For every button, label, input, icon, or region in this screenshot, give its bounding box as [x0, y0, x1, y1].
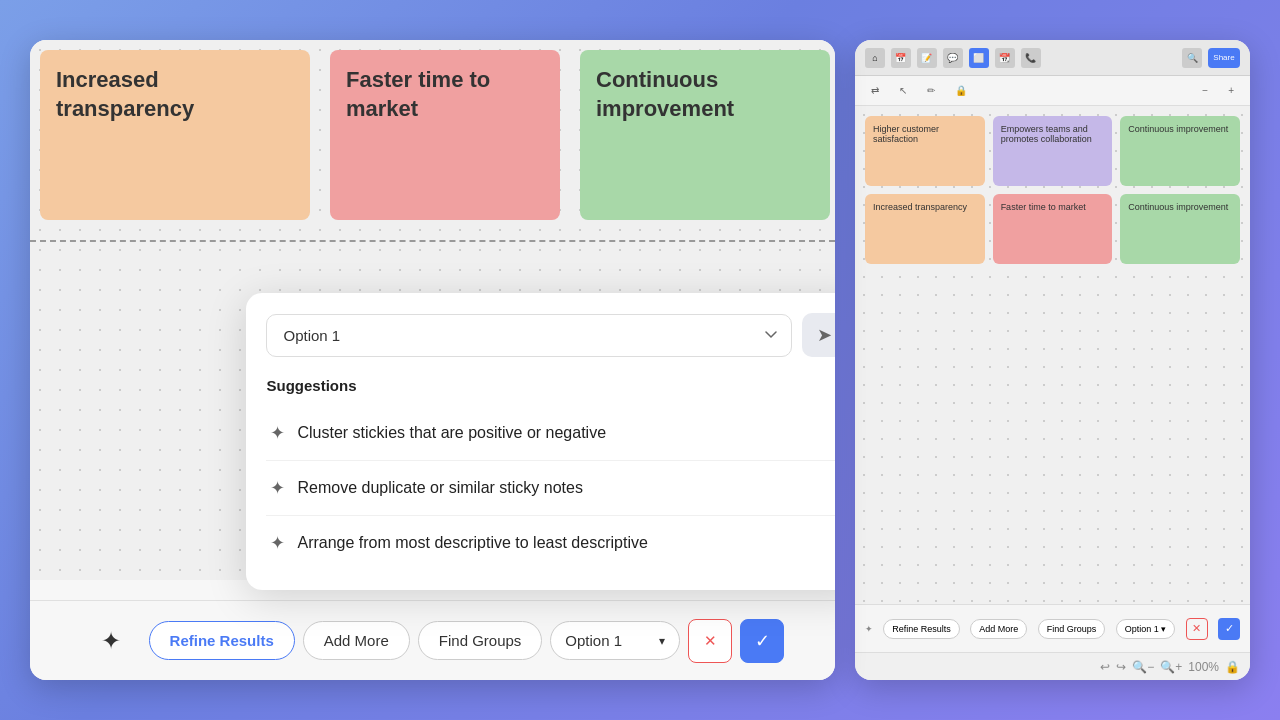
mini-toolbar-lock[interactable]: 🔒: [949, 83, 973, 98]
suggestion-text-cluster: Cluster stickies that are positive or ne…: [297, 424, 606, 442]
mini-toolbar-zoom-out[interactable]: −: [1196, 83, 1214, 98]
find-groups-button[interactable]: Find Groups: [418, 621, 543, 660]
share-button[interactable]: Share: [1208, 48, 1240, 68]
suggestion-left-arrange: ✦ Arrange from most descriptive to least…: [270, 532, 647, 554]
mini-sticky-4: Increased transparency: [865, 194, 985, 264]
suggestion-text-duplicate: Remove duplicate or similar sticky notes: [297, 479, 582, 497]
topbar-icon-phone[interactable]: 📞: [1021, 48, 1041, 68]
confirm-button[interactable]: ✓: [740, 619, 784, 663]
toolbar: ✦ Refine Results Add More Find Groups Op…: [30, 600, 835, 680]
refine-results-button[interactable]: Refine Results: [149, 621, 295, 660]
topbar-icon-note[interactable]: 📝: [917, 48, 937, 68]
mini-sticky-1: Higher customer satisfaction: [865, 116, 985, 186]
mini-sticky-3: Continuous improvement: [1120, 116, 1240, 186]
suggestion-item-cluster[interactable]: ✦ Cluster stickies that are positive or …: [266, 406, 834, 461]
mini-confirm-button[interactable]: ✓: [1218, 618, 1240, 640]
option-dropdown-btn[interactable]: Option 1 ▾: [550, 621, 680, 660]
mini-toolbar-pen[interactable]: ✏: [921, 83, 941, 98]
mini-sticky-5: Faster time to market: [993, 194, 1113, 264]
mini-refine-button[interactable]: Refine Results: [883, 619, 960, 639]
mini-sticky-text-4: Increased transparency: [873, 202, 967, 212]
cancel-button[interactable]: ✕: [688, 619, 732, 663]
right-mini-toolbar: ⇄ ↖ ✏ 🔒 − +: [855, 76, 1250, 106]
redo-icon[interactable]: ↪: [1116, 660, 1126, 674]
sticky-note-transparency: Increased transparency: [40, 50, 310, 220]
right-topbar: ⌂ 📅 📝 💬 ⬜ 📆 📞 🔍 Share: [855, 40, 1250, 76]
refine-results-label: Refine Results: [170, 632, 274, 649]
mini-toolbar-arrows[interactable]: ⇄: [865, 83, 885, 98]
right-sticky-grid: Higher customer satisfaction Empowers te…: [855, 106, 1250, 604]
mini-sticky-text-5: Faster time to market: [1001, 202, 1086, 212]
mini-cancel-button[interactable]: ✕: [1186, 618, 1208, 640]
right-bottom-bar: ✦ Refine Results Add More Find Groups Op…: [855, 604, 1250, 652]
add-more-button[interactable]: Add More: [303, 621, 410, 660]
sparkle-icon-duplicate: ✦: [270, 477, 285, 499]
suggestion-left-cluster: ✦ Cluster stickies that are positive or …: [270, 422, 606, 444]
mini-option-button[interactable]: Option 1 ▾: [1116, 619, 1176, 639]
right-zoom-bar: ↩ ↪ 🔍− 🔍+ 100% 🔒: [855, 652, 1250, 680]
zoom-out-icon[interactable]: 🔍−: [1132, 660, 1154, 674]
undo-icon[interactable]: ↩: [1100, 660, 1110, 674]
option-dropdown-label: Option 1: [565, 632, 622, 649]
topbar-icon-search[interactable]: 🔍: [1182, 48, 1202, 68]
suggestion-left-duplicate: ✦ Remove duplicate or similar sticky not…: [270, 477, 582, 499]
mini-sticky-6: Continuous improvement: [1120, 194, 1240, 264]
dropdown-search-row: Option 1 Option 2 Option 3 ➤: [266, 313, 834, 357]
sparkle-button[interactable]: ✦: [81, 617, 141, 665]
cancel-icon: ✕: [704, 632, 717, 650]
dropdown-popup: Option 1 Option 2 Option 3 ➤ Suggestions…: [246, 293, 834, 590]
lock-icon[interactable]: 🔒: [1225, 660, 1240, 674]
option-select[interactable]: Option 1 Option 2 Option 3: [266, 314, 792, 357]
topbar-icon-calendar[interactable]: 📆: [995, 48, 1015, 68]
main-whiteboard-panel: Increased transparency Faster time to ma…: [30, 40, 835, 680]
zoom-level: 100%: [1188, 660, 1219, 674]
suggestion-item-arrange[interactable]: ✦ Arrange from most descriptive to least…: [266, 516, 834, 570]
mini-find-groups-button[interactable]: Find Groups: [1038, 619, 1106, 639]
topbar-icon-meeting[interactable]: 📅: [891, 48, 911, 68]
sparkle-icon-main: ✦: [101, 627, 121, 655]
suggestions-label: Suggestions: [266, 377, 834, 394]
find-groups-label: Find Groups: [439, 632, 522, 649]
sticky-note-market: Faster time to market: [330, 50, 560, 220]
mini-sparkle-icon: ✦: [865, 624, 873, 634]
mini-sticky-text-2: Empowers teams and promotes collaboratio…: [1001, 124, 1105, 144]
confirm-icon: ✓: [755, 630, 770, 652]
topbar-icon-home[interactable]: ⌂: [865, 48, 885, 68]
topbar-icon-whiteboard[interactable]: ⬜: [969, 48, 989, 68]
sparkle-icon-cluster: ✦: [270, 422, 285, 444]
sticky-note-improvement: Continuous improvement: [580, 50, 830, 220]
mini-add-button[interactable]: Add More: [970, 619, 1027, 639]
mini-sticky-text-6: Continuous improvement: [1128, 202, 1228, 212]
zoom-in-icon[interactable]: 🔍+: [1160, 660, 1182, 674]
mini-toolbar-cursor[interactable]: ↖: [893, 83, 913, 98]
add-more-label: Add More: [324, 632, 389, 649]
send-icon: ➤: [817, 324, 832, 346]
chevron-down-icon: ▾: [659, 634, 665, 648]
suggestion-item-duplicate[interactable]: ✦ Remove duplicate or similar sticky not…: [266, 461, 834, 516]
mini-sticky-2: Empowers teams and promotes collaboratio…: [993, 116, 1113, 186]
mini-toolbar-zoom-in[interactable]: +: [1222, 83, 1240, 98]
sparkle-icon-arrange: ✦: [270, 532, 285, 554]
right-panel: ⌂ 📅 📝 💬 ⬜ 📆 📞 🔍 Share ⇄ ↖ ✏ 🔒 − + Higher…: [855, 40, 1250, 680]
mini-sticky-text-1: Higher customer satisfaction: [873, 124, 977, 144]
suggestion-text-arrange: Arrange from most descriptive to least d…: [297, 534, 647, 552]
topbar-icon-chat[interactable]: 💬: [943, 48, 963, 68]
send-button[interactable]: ➤: [802, 313, 834, 357]
mini-sticky-text-3: Continuous improvement: [1128, 124, 1228, 134]
